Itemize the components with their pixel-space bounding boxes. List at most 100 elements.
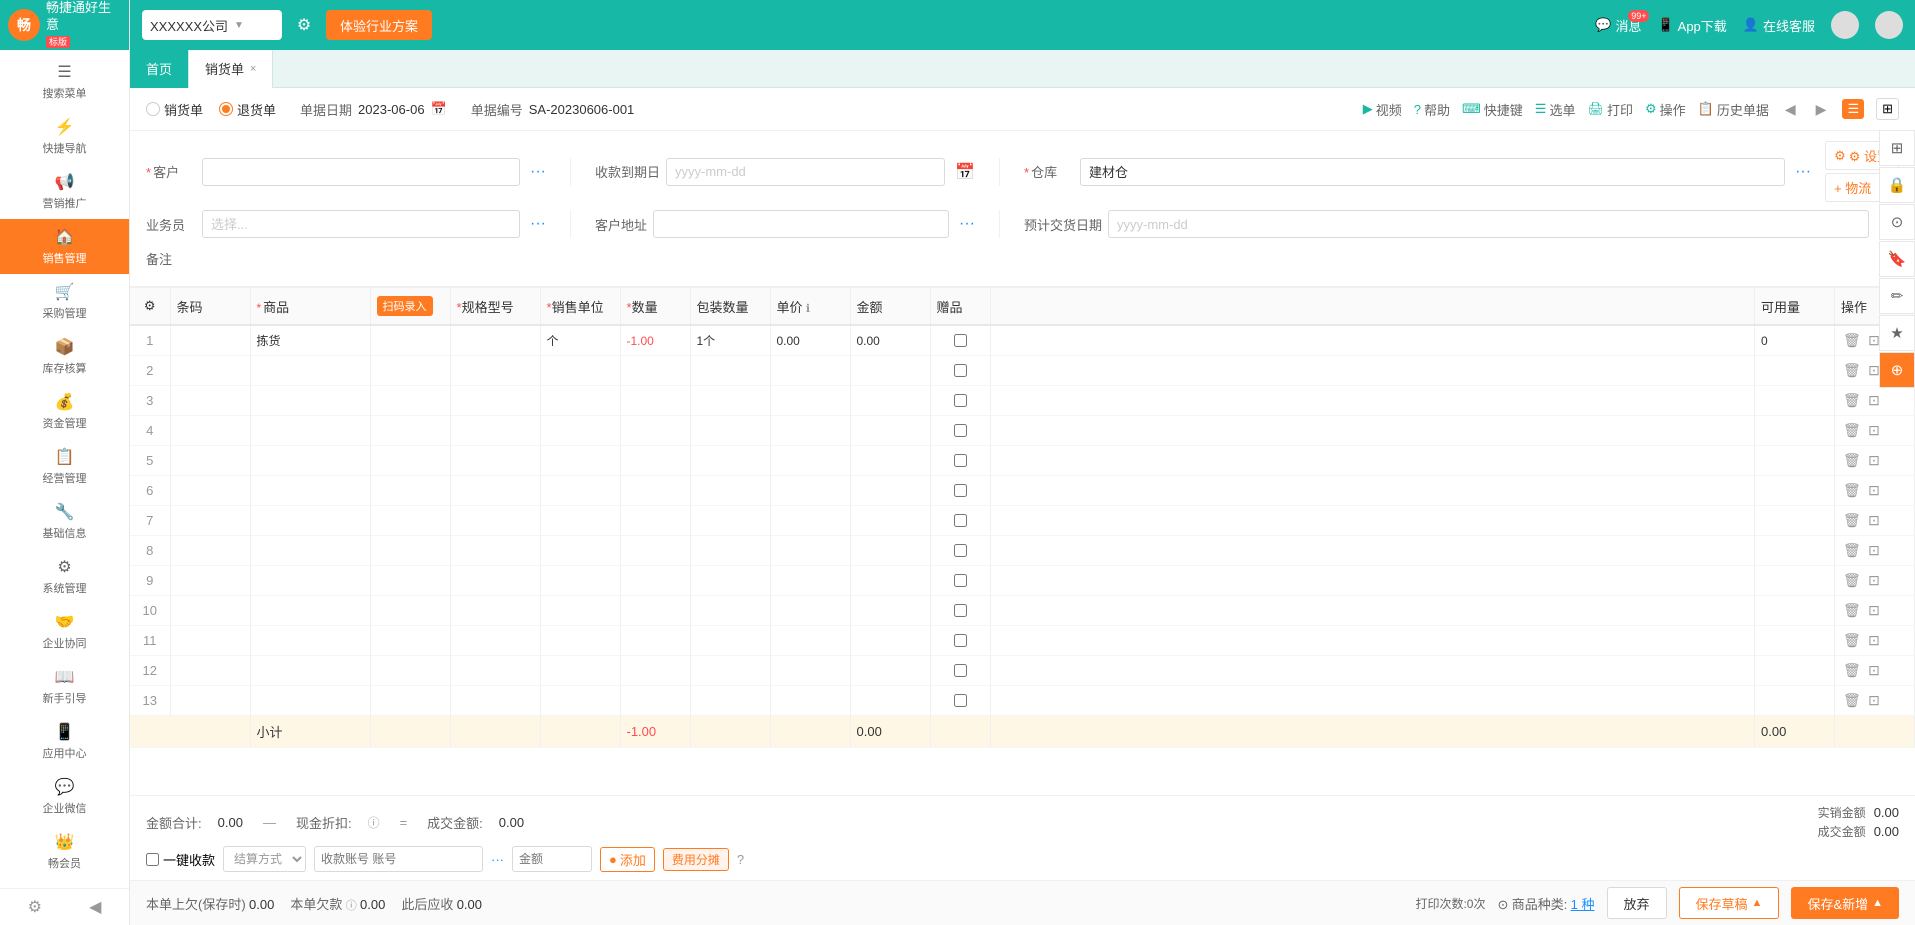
fee-help-icon[interactable]: ? xyxy=(737,852,744,867)
copy-btn-6[interactable]: ⊡ xyxy=(1868,512,1880,528)
side-action-eye[interactable]: ⊙ xyxy=(1879,204,1915,240)
cell-amount-0[interactable]: 0.00 xyxy=(850,325,930,356)
sidebar-item-12[interactable]: 📱应用中心 xyxy=(0,714,129,769)
payment-due-input[interactable] xyxy=(666,158,945,186)
cell-qty-4[interactable] xyxy=(620,446,690,476)
user-avatar[interactable] xyxy=(1831,11,1859,39)
cell-pkg-3[interactable] xyxy=(690,416,770,446)
cell-qty-6[interactable] xyxy=(620,506,690,536)
collapse-icon[interactable]: ◀ xyxy=(89,897,101,917)
sidebar-item-10[interactable]: 🤝企业协同 xyxy=(0,604,129,659)
cell-unit-10[interactable] xyxy=(540,626,620,656)
cell-price-3[interactable] xyxy=(770,416,850,446)
delete-btn-12[interactable]: 🗑 xyxy=(1843,692,1861,708)
cell-barcode-12[interactable] xyxy=(170,686,250,716)
sidebar-item-3[interactable]: 🏠销售管理 xyxy=(0,219,129,274)
cell-qty-3[interactable] xyxy=(620,416,690,446)
app-download-btn[interactable]: 📱 App下载 xyxy=(1657,16,1726,35)
gift-checkbox-6[interactable] xyxy=(954,514,967,527)
cell-price-8[interactable] xyxy=(770,566,850,596)
cell-goods-0[interactable]: 拣货 xyxy=(250,325,370,356)
delete-btn-2[interactable]: 🗑 xyxy=(1843,392,1861,408)
radio-sale[interactable]: 销货单 xyxy=(146,100,203,119)
cell-amount-3[interactable] xyxy=(850,416,930,446)
cell-unit-7[interactable] xyxy=(540,536,620,566)
delete-btn-7[interactable]: 🗑 xyxy=(1843,542,1861,558)
operate-btn[interactable]: ⚙ 操作 xyxy=(1645,100,1686,119)
settlement-select[interactable]: 结算方式 xyxy=(223,846,306,872)
customer-addr-dots-icon[interactable]: ··· xyxy=(959,215,975,233)
next-icon[interactable]: ▶ xyxy=(1816,101,1827,118)
cell-pkg-7[interactable] xyxy=(690,536,770,566)
sidebar-item-9[interactable]: ⚙系统管理 xyxy=(0,549,129,604)
radio-return[interactable]: 退货单 xyxy=(219,100,276,119)
copy-btn-9[interactable]: ⊡ xyxy=(1868,602,1880,618)
cell-spec-11[interactable] xyxy=(450,656,540,686)
cell-unit-5[interactable] xyxy=(540,476,620,506)
cell-unit-6[interactable] xyxy=(540,506,620,536)
cell-pkg-4[interactable] xyxy=(690,446,770,476)
cell-goods-1[interactable] xyxy=(250,356,370,386)
side-action-edit[interactable]: ✏ xyxy=(1879,278,1915,314)
settings-bottom-icon[interactable]: ⚙ xyxy=(28,897,42,917)
customer-dots-icon[interactable]: ··· xyxy=(530,163,546,181)
cell-unit-2[interactable] xyxy=(540,386,620,416)
sidebar-item-2[interactable]: 📢营销推广 xyxy=(0,164,129,219)
gift-checkbox-2[interactable] xyxy=(954,394,967,407)
delete-btn-6[interactable]: 🗑 xyxy=(1843,512,1861,528)
cell-barcode-5[interactable] xyxy=(170,476,250,506)
cell-goods-11[interactable] xyxy=(250,656,370,686)
cell-unit-0[interactable]: 个 xyxy=(540,325,620,356)
cell-spec-2[interactable] xyxy=(450,386,540,416)
cell-spec-10[interactable] xyxy=(450,626,540,656)
side-action-star[interactable]: ★ xyxy=(1879,315,1915,351)
copy-btn-4[interactable]: ⊡ xyxy=(1868,452,1880,468)
col-settings-icon[interactable]: ⚙ xyxy=(144,298,156,313)
save-draft-btn[interactable]: 保存草稿 ▲ xyxy=(1679,887,1780,919)
cell-amount-9[interactable] xyxy=(850,596,930,626)
cell-unit-11[interactable] xyxy=(540,656,620,686)
delete-btn-1[interactable]: 🗑 xyxy=(1843,362,1861,378)
cell-pkg-10[interactable] xyxy=(690,626,770,656)
tab-home[interactable]: 首页 xyxy=(130,50,189,88)
add-payment-btn[interactable]: ● 添加 xyxy=(600,847,655,872)
sidebar-item-6[interactable]: 💰资金管理 xyxy=(0,384,129,439)
cell-barcode-11[interactable] xyxy=(170,656,250,686)
sidebar-item-8[interactable]: 🔧基础信息 xyxy=(0,494,129,549)
cell-unit-12[interactable] xyxy=(540,686,620,716)
cell-barcode-2[interactable] xyxy=(170,386,250,416)
list-view-icon[interactable]: ☰ xyxy=(1842,99,1864,119)
cell-barcode-4[interactable] xyxy=(170,446,250,476)
gift-checkbox-11[interactable] xyxy=(954,664,967,677)
cell-pkg-9[interactable] xyxy=(690,596,770,626)
delivery-date-input[interactable] xyxy=(1108,210,1869,238)
cell-unit-3[interactable] xyxy=(540,416,620,446)
warehouse-input[interactable] xyxy=(1080,158,1785,186)
cell-spec-7[interactable] xyxy=(450,536,540,566)
cell-price-1[interactable] xyxy=(770,356,850,386)
gift-checkbox-12[interactable] xyxy=(954,694,967,707)
cell-spec-1[interactable] xyxy=(450,356,540,386)
tab-sale[interactable]: 销货单 × xyxy=(189,50,273,88)
tab-close-icon[interactable]: × xyxy=(250,63,256,75)
cell-price-6[interactable] xyxy=(770,506,850,536)
cell-pkg-12[interactable] xyxy=(690,686,770,716)
history-btn[interactable]: 📋 历史单据 xyxy=(1698,100,1769,119)
delete-btn-8[interactable]: 🗑 xyxy=(1843,572,1861,588)
side-action-plus[interactable]: ⊕ xyxy=(1879,352,1915,388)
cell-qty-9[interactable] xyxy=(620,596,690,626)
print-btn[interactable]: 🖨 打印 xyxy=(1587,100,1633,119)
cell-goods-2[interactable] xyxy=(250,386,370,416)
salesperson-input[interactable] xyxy=(202,210,520,238)
abandon-btn[interactable]: 放弃 xyxy=(1607,887,1667,919)
cell-price-10[interactable] xyxy=(770,626,850,656)
cell-amount-8[interactable] xyxy=(850,566,930,596)
account-input[interactable] xyxy=(314,846,483,872)
cell-pkg-2[interactable] xyxy=(690,386,770,416)
cell-qty-7[interactable] xyxy=(620,536,690,566)
cell-pkg-0[interactable]: 1个 xyxy=(690,325,770,356)
delete-btn-11[interactable]: 🗑 xyxy=(1843,662,1861,678)
cell-unit-9[interactable] xyxy=(540,596,620,626)
cell-price-12[interactable] xyxy=(770,686,850,716)
cell-amount-6[interactable] xyxy=(850,506,930,536)
